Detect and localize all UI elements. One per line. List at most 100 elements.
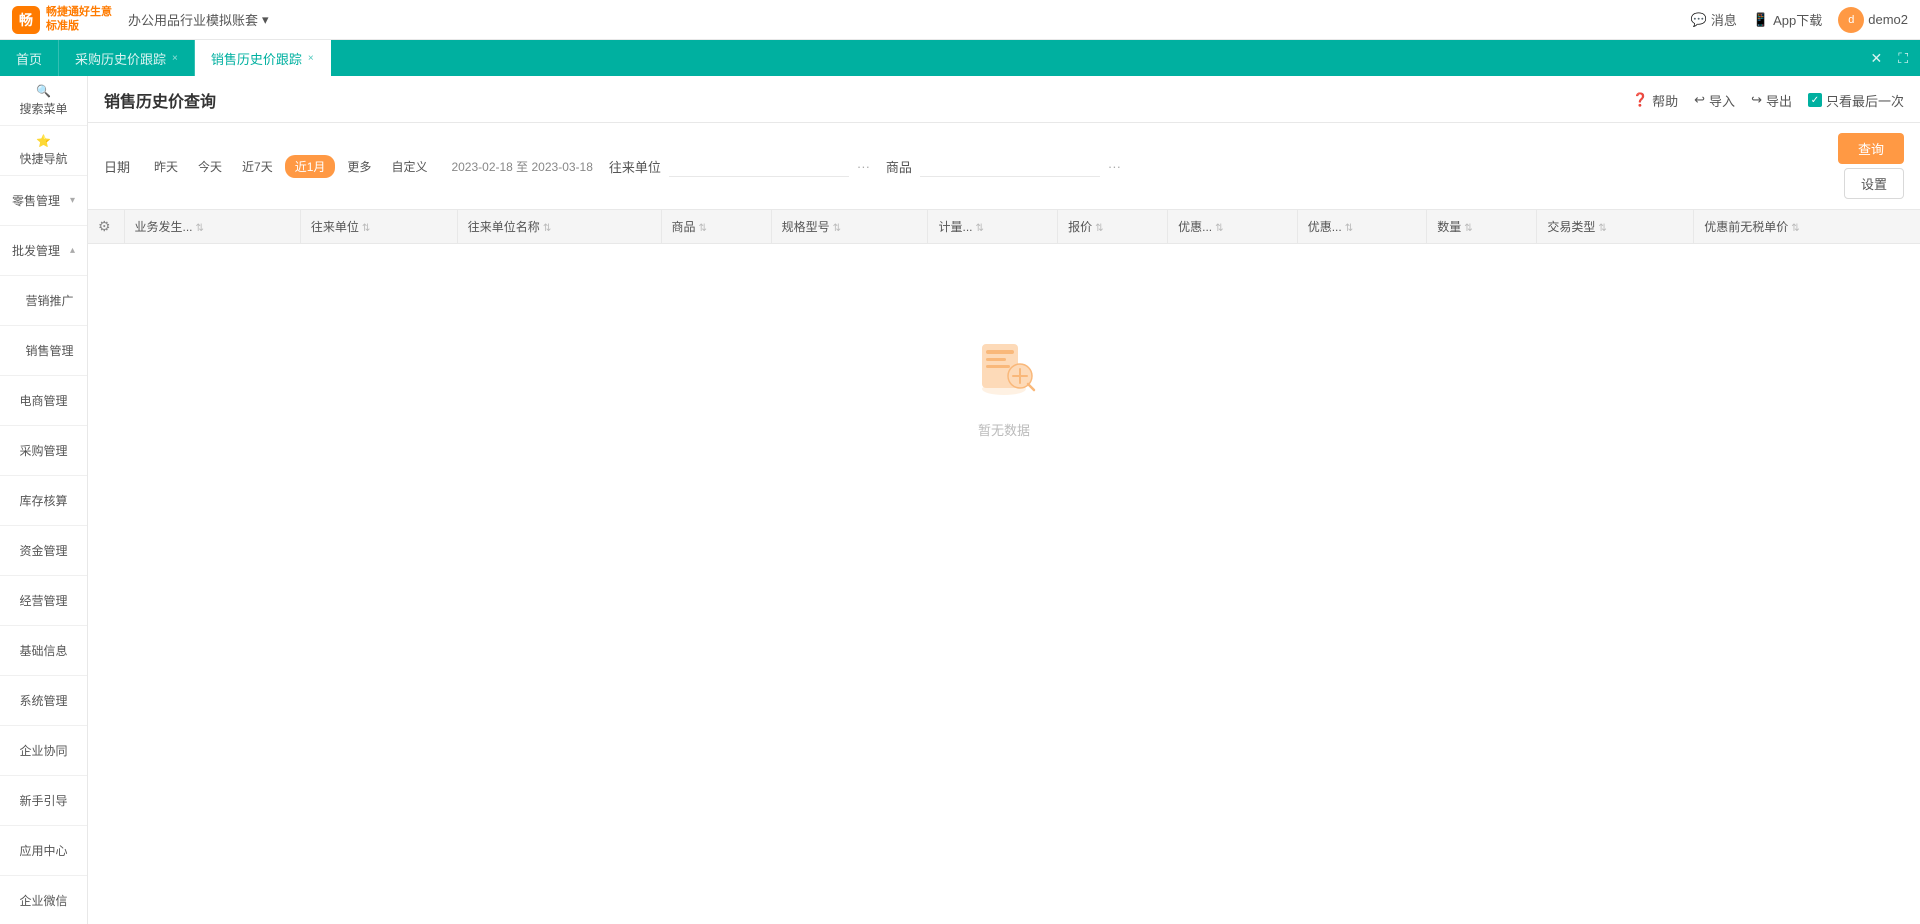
tab-sales-history-close[interactable]: × [308, 53, 314, 64]
sidebar-item-enterprise[interactable]: 企业协同 [0, 726, 87, 776]
page-header: 销售历史价查询 ❓ 帮助 ↩ 导入 ↪ 导出 ✓ [88, 76, 1920, 123]
th-unit[interactable]: 计量...⇅ [928, 210, 1058, 244]
star-icon: ⭐ [36, 134, 51, 148]
filter-right: 查询 设置 [1838, 133, 1904, 199]
goods-filter-label: 商品 [886, 157, 912, 176]
sort-icon: ⇅ [1345, 223, 1353, 234]
sidebar-item-ecommerce[interactable]: 电商管理 [0, 376, 87, 426]
chevron-down-icon: ▾ [262, 12, 269, 28]
date-btn-custom[interactable]: 自定义 [383, 155, 435, 178]
tab-purchase-history[interactable]: 采购历史价跟踪 × [59, 40, 195, 76]
main-layout: 🔍 搜索菜单 ⭐ 快捷导航 零售管理 ▾ 批发管理 ▴ 营销推广 销售管理 电商… [0, 76, 1920, 924]
sort-icon: ⇅ [362, 223, 370, 234]
sidebar-item-newbie[interactable]: 新手引导 [0, 776, 87, 826]
settings-button[interactable]: 设置 [1844, 168, 1904, 199]
empty-icon [964, 324, 1044, 404]
th-partner-code[interactable]: 往来单位⇅ [300, 210, 457, 244]
sort-icon: ⇅ [833, 223, 841, 234]
th-spec[interactable]: 规格型号⇅ [771, 210, 928, 244]
sidebar-item-marketing[interactable]: 营销推广 [0, 276, 87, 326]
th-discount1[interactable]: 优惠...⇅ [1168, 210, 1298, 244]
avatar: d [1838, 7, 1864, 33]
filter-row: 日期 昨天 今天 近7天 近1月 更多 自定义 2023-02-18 至 202… [88, 123, 1920, 210]
empty-text: 暂无数据 [978, 420, 1030, 439]
help-icon: ❓ [1632, 92, 1648, 108]
chevron-up-icon: ▴ [70, 245, 75, 256]
date-btn-7days[interactable]: 近7天 [234, 155, 281, 178]
gear-icon[interactable]: ⚙ [98, 218, 111, 234]
topbar: 畅 畅捷通好生意 标准版 办公用品行业模拟账套 ▾ 💬 消息 📱 App下载 d… [0, 0, 1920, 40]
th-trade-type[interactable]: 交易类型⇅ [1537, 210, 1694, 244]
sidebar-item-system[interactable]: 系统管理 [0, 676, 87, 726]
sort-icon: ⇅ [976, 223, 984, 234]
sidebar-item-base-info[interactable]: 基础信息 [0, 626, 87, 676]
th-discount2[interactable]: 优惠...⇅ [1297, 210, 1427, 244]
page-title: 销售历史价查询 [104, 88, 216, 112]
sidebar-item-search[interactable]: 🔍 搜索菜单 [0, 76, 87, 126]
tabbar-actions: ✕ ⛶ [1866, 46, 1920, 71]
sidebar-item-wechat[interactable]: 企业微信 [0, 876, 87, 924]
sort-icon: ⇅ [1791, 223, 1799, 234]
partner-filter-dots[interactable]: ··· [857, 159, 870, 174]
tab-home[interactable]: 首页 [0, 40, 59, 76]
logo-area: 畅 畅捷通好生意 标准版 [12, 6, 112, 34]
date-btn-today[interactable]: 今天 [190, 155, 230, 178]
page-actions: ❓ 帮助 ↩ 导入 ↪ 导出 ✓ 只看最后一次 [1632, 91, 1904, 110]
tab-sales-history[interactable]: 销售历史价跟踪 × [195, 40, 331, 76]
sort-icon: ⇅ [1215, 223, 1223, 234]
sidebar-item-wholesale[interactable]: 批发管理 ▴ [0, 226, 87, 276]
table-container: ⚙ 业务发生...⇅ 往来单位⇅ 往来单位名称⇅ 商品⇅ [88, 210, 1920, 924]
th-goods[interactable]: 商品⇅ [661, 210, 771, 244]
sort-icon: ⇅ [543, 223, 551, 234]
message-button[interactable]: 💬 消息 [1691, 10, 1737, 29]
date-filter-label: 日期 [104, 157, 130, 176]
th-pre-tax-price[interactable]: 优惠前无税单价⇅ [1694, 210, 1920, 244]
app-download-button[interactable]: 📱 App下载 [1753, 10, 1822, 29]
sort-icon: ⇅ [1095, 223, 1103, 234]
message-icon: 💬 [1691, 12, 1707, 28]
date-btn-more[interactable]: 更多 [339, 155, 379, 178]
import-icon: ↩ [1694, 92, 1705, 108]
query-button[interactable]: 查询 [1838, 133, 1904, 164]
search-icon: 🔍 [36, 84, 51, 98]
sidebar-item-quick-nav[interactable]: ⭐ 快捷导航 [0, 126, 87, 176]
th-quote[interactable]: 报价⇅ [1058, 210, 1168, 244]
sort-icon: ⇅ [1464, 223, 1472, 234]
download-icon: 📱 [1753, 12, 1769, 28]
tab-purchase-history-close[interactable]: × [172, 53, 178, 64]
export-button[interactable]: ↪ 导出 [1751, 91, 1792, 110]
sidebar-item-app-center[interactable]: 应用中心 [0, 826, 87, 876]
data-table: ⚙ 业务发生...⇅ 往来单位⇅ 往来单位名称⇅ 商品⇅ [88, 210, 1920, 244]
app-selector[interactable]: 办公用品行业模拟账套 ▾ [120, 6, 277, 33]
sidebar-item-purchase[interactable]: 采购管理 [0, 426, 87, 476]
date-btn-1month[interactable]: 近1月 [285, 155, 336, 178]
goods-filter-input[interactable] [920, 155, 1100, 177]
user-menu[interactable]: d demo2 [1838, 7, 1908, 33]
sort-icon: ⇅ [196, 223, 204, 234]
fullscreen-button[interactable]: ⛶ [1894, 46, 1912, 71]
th-biz-date[interactable]: 业务发生...⇅ [124, 210, 300, 244]
goods-filter-group: 商品 ··· [886, 155, 1121, 177]
topbar-right: 💬 消息 📱 App下载 d demo2 [1691, 7, 1908, 33]
th-qty[interactable]: 数量⇅ [1427, 210, 1537, 244]
close-all-tabs-button[interactable]: ✕ [1866, 46, 1886, 71]
logo-icon: 畅 [12, 6, 40, 34]
sidebar-item-retail[interactable]: 零售管理 ▾ [0, 176, 87, 226]
th-partner-name[interactable]: 往来单位名称⇅ [457, 210, 661, 244]
sidebar-item-operations[interactable]: 经营管理 [0, 576, 87, 626]
last-only-checkbox[interactable]: ✓ [1808, 93, 1822, 107]
table-header: ⚙ 业务发生...⇅ 往来单位⇅ 往来单位名称⇅ 商品⇅ [88, 210, 1920, 244]
sort-icon: ⇅ [699, 223, 707, 234]
goods-filter-dots[interactable]: ··· [1108, 159, 1121, 174]
partner-filter-input[interactable] [669, 155, 849, 177]
help-button[interactable]: ❓ 帮助 [1632, 91, 1678, 110]
empty-state: 暂无数据 [88, 244, 1920, 519]
sidebar-item-sales-mgmt[interactable]: 销售管理 [0, 326, 87, 376]
date-btn-yesterday[interactable]: 昨天 [146, 155, 186, 178]
partner-filter-label: 往来单位 [609, 157, 661, 176]
import-button[interactable]: ↩ 导入 [1694, 91, 1735, 110]
last-only-checkbox-label[interactable]: ✓ 只看最后一次 [1808, 91, 1904, 110]
topbar-left: 畅 畅捷通好生意 标准版 办公用品行业模拟账套 ▾ [12, 6, 277, 34]
sidebar-item-finance[interactable]: 资金管理 [0, 526, 87, 576]
sidebar-item-inventory[interactable]: 库存核算 [0, 476, 87, 526]
